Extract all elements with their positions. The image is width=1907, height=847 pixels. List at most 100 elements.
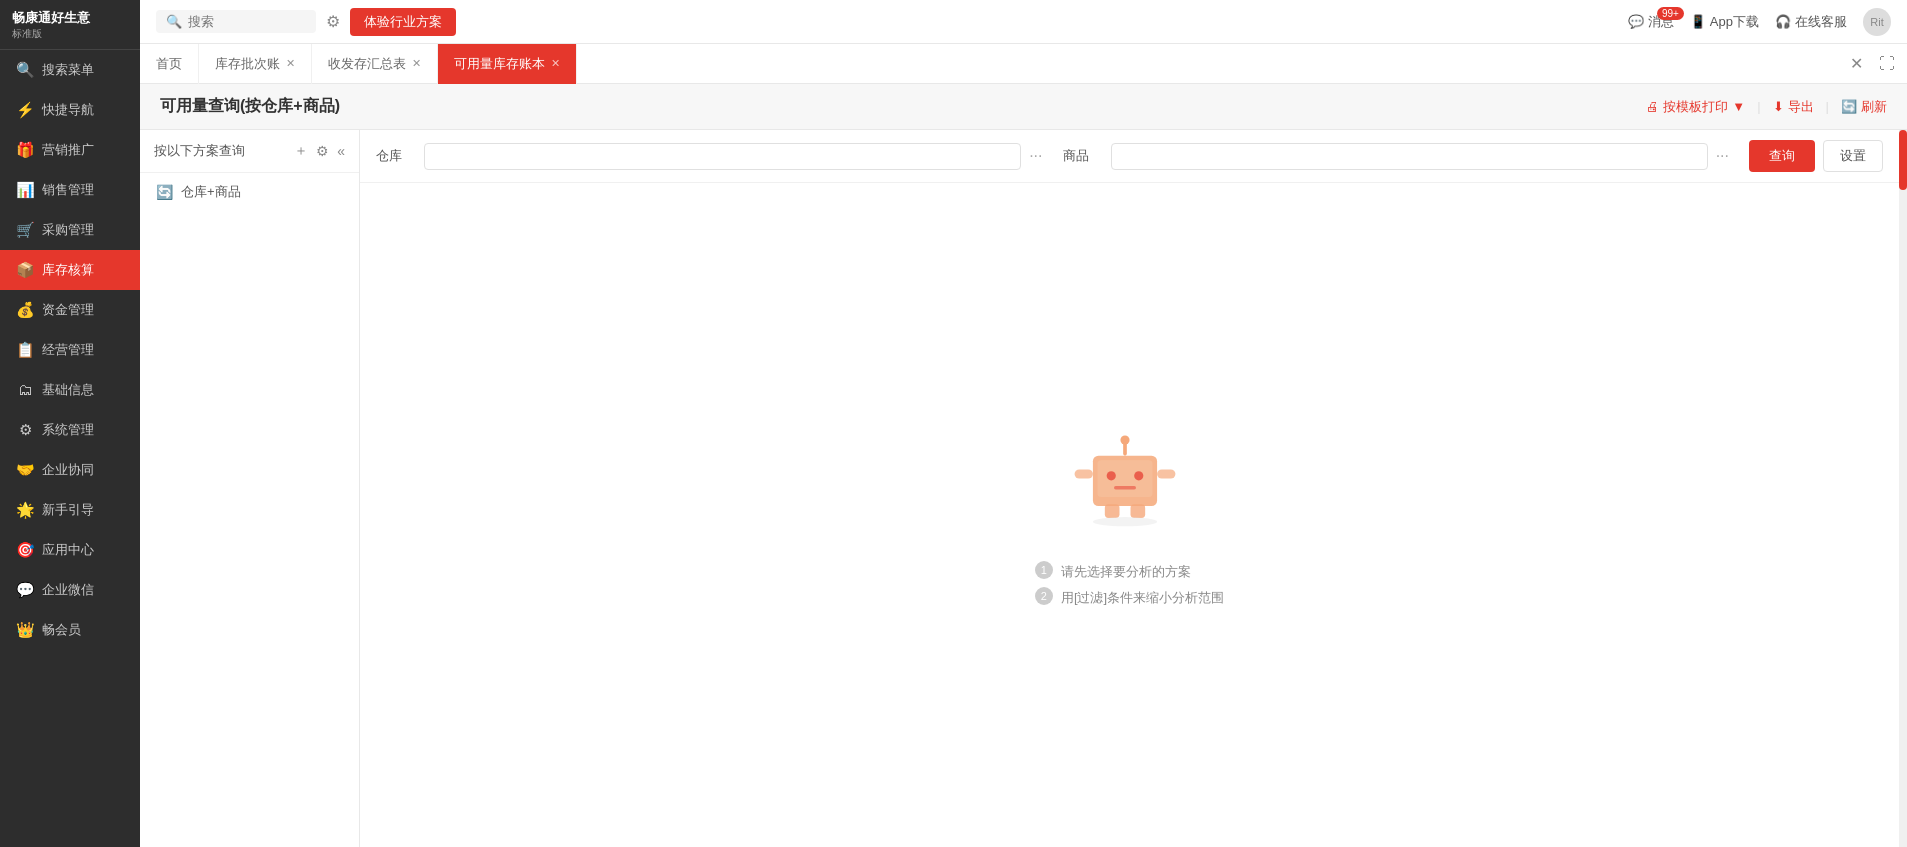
tab-summary-close[interactable]: ✕	[412, 57, 421, 70]
online-service-label: 在线客服	[1795, 13, 1847, 31]
sidebar-item-apps[interactable]: 🎯 应用中心	[0, 530, 140, 570]
query-button[interactable]: 查询	[1749, 140, 1815, 172]
svg-point-11	[1092, 517, 1156, 526]
sidebar-label-inventory: 库存核算	[42, 261, 94, 279]
refresh-btn[interactable]: 🔄 刷新	[1841, 98, 1887, 116]
svg-rect-4	[1114, 486, 1136, 490]
app-download-btn[interactable]: 📱 App下载	[1690, 13, 1759, 31]
hint-text-1: 请先选择要分析的方案	[1061, 559, 1191, 585]
sidebar-item-shortcut[interactable]: ⚡ 快捷导航	[0, 90, 140, 130]
expand-tab-btn[interactable]: ⛶	[1875, 51, 1899, 77]
empty-state-image	[1070, 419, 1190, 539]
guide-icon: 🌟	[16, 501, 34, 519]
refresh-icon: 🔄	[1841, 99, 1857, 114]
top-actions: 💬 消息 99+ 📱 App下载 🎧 在线客服 Rit	[1628, 8, 1891, 36]
print-label: 按模板打印	[1663, 98, 1728, 116]
empty-state: 1 请先选择要分析的方案 2 用[过滤]条件来缩小分析范围	[360, 183, 1899, 847]
sidebar-item-wechat[interactable]: 💬 企业微信	[0, 570, 140, 610]
empty-hints: 1 请先选择要分析的方案 2 用[过滤]条件来缩小分析范围	[1035, 559, 1224, 611]
mobile-icon: 📱	[1690, 14, 1706, 29]
sidebar-label-finance: 资金管理	[42, 301, 94, 319]
svg-rect-8	[1157, 469, 1175, 478]
sidebar-item-purchase[interactable]: 🛒 采购管理	[0, 210, 140, 250]
sidebar-label-apps: 应用中心	[42, 541, 94, 559]
filter-actions: 查询 设置	[1749, 140, 1883, 172]
warehouse-scheme-icon: 🔄	[156, 184, 173, 200]
goods-input[interactable]	[1111, 143, 1708, 170]
sidebar-label-shortcut: 快捷导航	[42, 101, 94, 119]
main-area: 🔍 ⚙ 体验行业方案 💬 消息 99+ 📱 App下载 🎧 在线客服	[140, 0, 1907, 847]
sidebar-label-search: 搜索菜单	[42, 61, 94, 79]
shortcut-icon: ⚡	[16, 101, 34, 119]
tab-available[interactable]: 可用量库存账本 ✕	[438, 44, 577, 84]
system-icon: ⚙	[16, 421, 34, 439]
svg-point-2	[1106, 471, 1115, 480]
tabs-bar: 首页 库存批次账 ✕ 收发存汇总表 ✕ 可用量库存账本 ✕ ✕ ⛶	[140, 44, 1907, 84]
tab-summary[interactable]: 收发存汇总表 ✕	[312, 44, 438, 84]
tab-batch-label: 库存批次账	[215, 55, 280, 73]
svg-point-3	[1134, 471, 1143, 480]
messages-btn[interactable]: 💬 消息 99+	[1628, 13, 1674, 31]
sidebar-item-marketing[interactable]: 🎁 营销推广	[0, 130, 140, 170]
right-scrollbar[interactable]	[1899, 130, 1907, 847]
close-tab-btn[interactable]: ✕	[1846, 50, 1867, 77]
warehouse-filter: 仓库 ···	[376, 143, 1043, 170]
tab-home[interactable]: 首页	[140, 44, 199, 84]
sidebar-nav: 🔍 搜索菜单 ⚡ 快捷导航 🎁 营销推广 📊 销售管理 🛒 采购管理 📦 库存核…	[0, 50, 140, 847]
page-header: 可用量查询(按仓库+商品) 🖨 按模板打印 ▼ | ⬇ 导出 | 🔄 刷新	[140, 84, 1907, 130]
marketing-icon: 🎁	[16, 141, 34, 159]
print-btn[interactable]: 🖨 按模板打印 ▼	[1646, 98, 1745, 116]
avatar[interactable]: Rit	[1863, 8, 1891, 36]
goods-more-icon[interactable]: ···	[1716, 147, 1729, 165]
sidebar-item-system[interactable]: ⚙ 系统管理	[0, 410, 140, 450]
left-panel: 按以下方案查询 ＋ ⚙ « 🔄 仓库+商品	[140, 130, 360, 847]
tab-batch-close[interactable]: ✕	[286, 57, 295, 70]
finance-icon: 💰	[16, 301, 34, 319]
tab-available-close[interactable]: ✕	[551, 57, 560, 70]
wechat-icon: 💬	[16, 581, 34, 599]
page-header-actions: 🖨 按模板打印 ▼ | ⬇ 导出 | 🔄 刷新	[1646, 98, 1887, 116]
export-label: 导出	[1788, 98, 1814, 116]
sidebar-item-member[interactable]: 👑 畅会员	[0, 610, 140, 650]
goods-filter: 商品 ···	[1063, 143, 1730, 170]
scheme-item-label: 仓库+商品	[181, 183, 241, 201]
left-panel-title: 按以下方案查询	[154, 142, 245, 160]
avatar-text: Rit	[1870, 16, 1883, 28]
message-icon: 💬	[1628, 14, 1644, 29]
industry-btn[interactable]: 体验行业方案	[350, 8, 456, 36]
settings-scheme-icon[interactable]: ⚙	[316, 143, 329, 159]
sidebar-item-finance[interactable]: 💰 资金管理	[0, 290, 140, 330]
settings-button[interactable]: 设置	[1823, 140, 1883, 172]
sidebar-item-search[interactable]: 🔍 搜索菜单	[0, 50, 140, 90]
filter-bar: 仓库 ··· 商品 ··· 查询 设置	[360, 130, 1899, 183]
sidebar-label-corp: 企业协同	[42, 461, 94, 479]
search-bar[interactable]: 🔍	[156, 10, 316, 33]
add-scheme-icon[interactable]: ＋	[294, 142, 308, 160]
apps-icon: 🎯	[16, 541, 34, 559]
sidebar-item-sales[interactable]: 📊 销售管理	[0, 170, 140, 210]
sidebar-label-member: 畅会员	[42, 621, 81, 639]
warehouse-more-icon[interactable]: ···	[1029, 147, 1042, 165]
sidebar-item-inventory[interactable]: 📦 库存核算	[0, 250, 140, 290]
sidebar: 畅康通好生意 标准版 🔍 搜索菜单 ⚡ 快捷导航 🎁 营销推广 📊 销售管理 🛒…	[0, 0, 140, 847]
collapse-icon[interactable]: «	[337, 143, 345, 159]
online-service-btn[interactable]: 🎧 在线客服	[1775, 13, 1847, 31]
export-btn[interactable]: ⬇ 导出	[1773, 98, 1814, 116]
operation-icon: 📋	[16, 341, 34, 359]
svg-rect-9	[1104, 504, 1119, 518]
sidebar-item-corp[interactable]: 🤝 企业协同	[0, 450, 140, 490]
content-area: 按以下方案查询 ＋ ⚙ « 🔄 仓库+商品 仓库	[140, 130, 1907, 847]
sep1: |	[1757, 99, 1760, 114]
sidebar-item-operation[interactable]: 📋 经营管理	[0, 330, 140, 370]
sidebar-item-base[interactable]: 🗂 基础信息	[0, 370, 140, 410]
inventory-icon: 📦	[16, 261, 34, 279]
gear-icon[interactable]: ⚙	[326, 12, 340, 31]
hint-item-1: 1 请先选择要分析的方案	[1035, 559, 1224, 585]
warehouse-input[interactable]	[424, 143, 1021, 170]
tab-batch[interactable]: 库存批次账 ✕	[199, 44, 312, 84]
sidebar-item-guide[interactable]: 🌟 新手引导	[0, 490, 140, 530]
search-input[interactable]	[188, 14, 288, 29]
top-bar: 🔍 ⚙ 体验行业方案 💬 消息 99+ 📱 App下载 🎧 在线客服	[140, 0, 1907, 44]
left-panel-icons: ＋ ⚙ «	[294, 142, 345, 160]
scheme-item-warehouse[interactable]: 🔄 仓库+商品	[140, 173, 359, 211]
